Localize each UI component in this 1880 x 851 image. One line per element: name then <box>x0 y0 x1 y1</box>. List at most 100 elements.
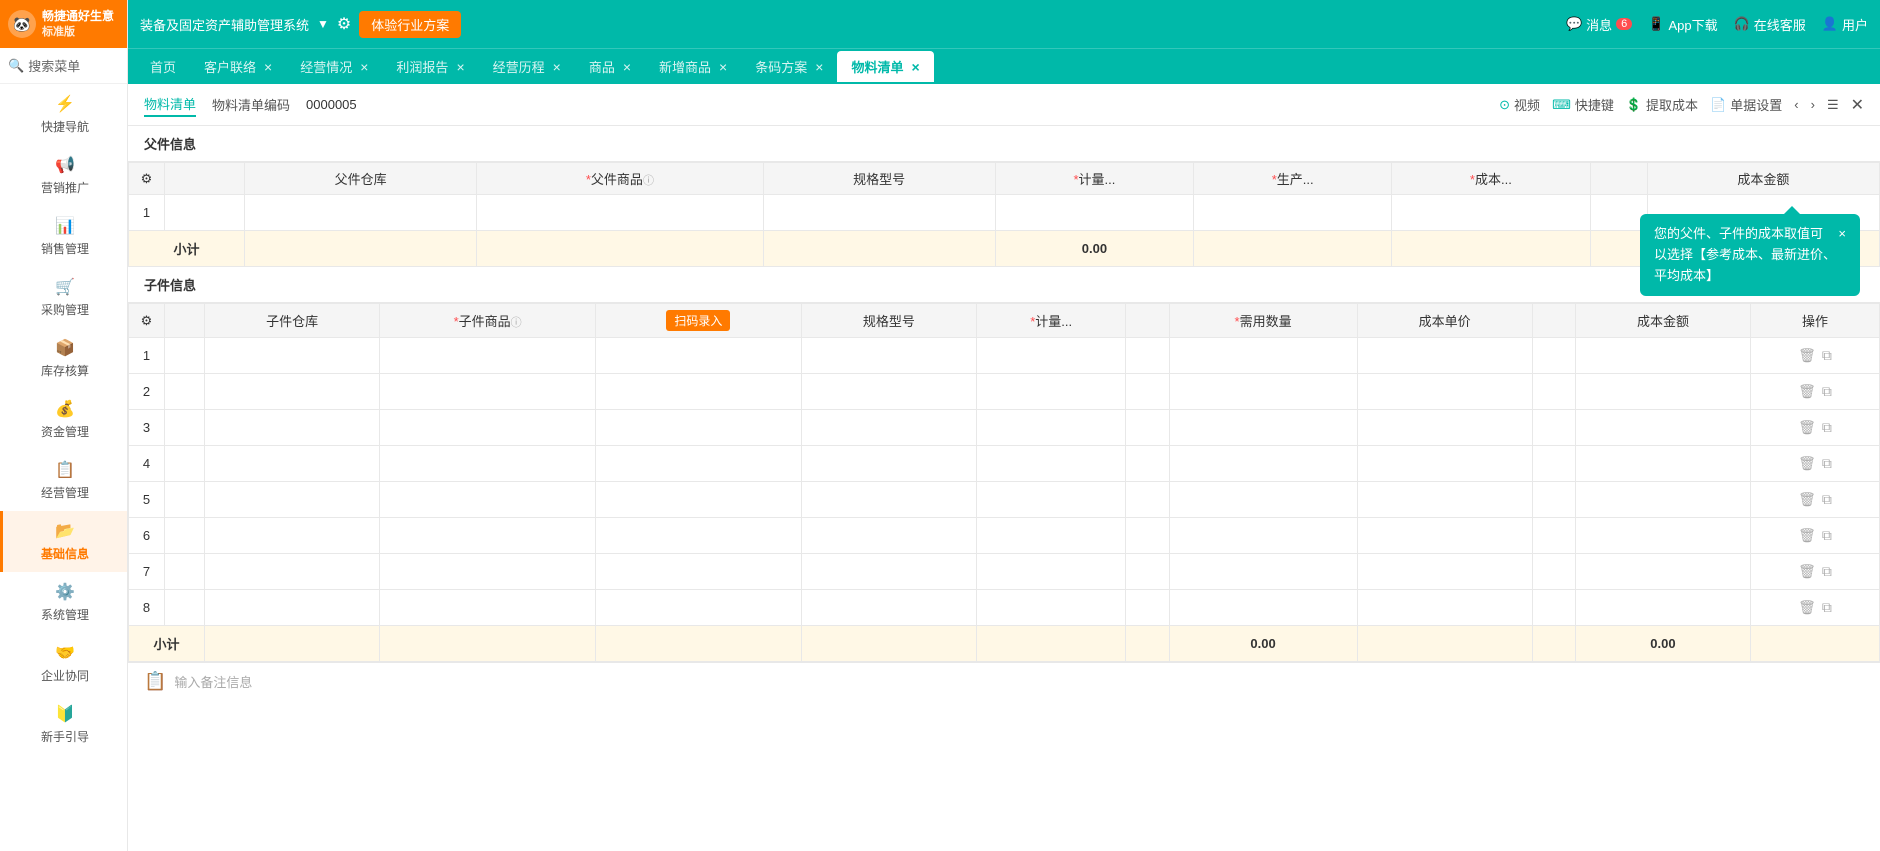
parent-row-warehouse[interactable] <box>245 195 477 231</box>
child-cell-goods[interactable] <box>380 554 596 590</box>
parent-col-settings[interactable]: ⚙ <box>129 163 165 195</box>
sidebar-item-marketing[interactable]: 📢 营销推广 <box>0 145 127 206</box>
child-cell-spec[interactable] <box>801 374 976 410</box>
sub-tab-bom-list[interactable]: 物料清单 <box>144 92 196 117</box>
child-cell-warehouse[interactable] <box>205 518 380 554</box>
delete-icon[interactable]: 🗑 <box>1798 491 1816 508</box>
delete-icon[interactable]: 🗑 <box>1798 599 1816 616</box>
child-cell-unit[interactable] <box>976 446 1126 482</box>
child-cell-unit[interactable] <box>976 518 1126 554</box>
child-cell-goods[interactable] <box>380 410 596 446</box>
parent-row-spec[interactable] <box>763 195 995 231</box>
child-cell-spec[interactable] <box>801 446 976 482</box>
delete-icon[interactable]: 🗑 <box>1798 347 1816 364</box>
copy-icon[interactable]: ⧉ <box>1822 419 1832 436</box>
settings-icon[interactable]: ⚙ <box>337 14 351 34</box>
child-cell-unit-cost[interactable] <box>1357 446 1532 482</box>
child-cell-spec[interactable] <box>801 518 976 554</box>
delete-icon[interactable]: 🗑 <box>1798 563 1816 580</box>
child-cell-unit-cost[interactable] <box>1357 338 1532 374</box>
child-cell-warehouse[interactable] <box>205 446 380 482</box>
child-col-settings[interactable]: ⚙ <box>129 304 165 338</box>
copy-icon[interactable]: ⧉ <box>1822 563 1832 580</box>
child-cell-qty[interactable] <box>1169 446 1357 482</box>
child-cell-unit[interactable] <box>976 338 1126 374</box>
child-cell-spec[interactable] <box>801 410 976 446</box>
tab-close-barcode[interactable]: × <box>815 59 823 75</box>
message-button[interactable]: 💬 消息 6 <box>1566 15 1632 34</box>
parent-row-unit[interactable] <box>995 195 1193 231</box>
child-cell-unit-cost[interactable] <box>1357 374 1532 410</box>
tab-bom[interactable]: 物料清单× <box>837 51 933 82</box>
copy-icon[interactable]: ⧉ <box>1822 455 1832 472</box>
sidebar-item-guide[interactable]: 🔰 新手引导 <box>0 694 127 755</box>
child-cell-unit[interactable] <box>976 374 1126 410</box>
nav-next[interactable]: › <box>1811 97 1815 112</box>
copy-icon[interactable]: ⧉ <box>1822 491 1832 508</box>
tab-close-goods[interactable]: × <box>623 59 631 75</box>
child-cell-warehouse[interactable] <box>205 482 380 518</box>
tab-goods[interactable]: 商品× <box>575 51 645 82</box>
child-cell-goods[interactable] <box>380 482 596 518</box>
child-cell-warehouse[interactable] <box>205 374 380 410</box>
child-cell-spec[interactable] <box>801 338 976 374</box>
system-dropdown[interactable]: ▼ <box>317 17 329 31</box>
user-button[interactable]: 👤 用户 <box>1822 15 1868 34</box>
tooltip-close-button[interactable]: × <box>1838 224 1846 245</box>
parent-row-goods[interactable] <box>477 195 763 231</box>
tab-new-goods[interactable]: 新增商品× <box>645 51 741 82</box>
tab-profit[interactable]: 利润报告× <box>382 51 478 82</box>
shortcut-action[interactable]: ⌨ 快捷键 <box>1552 95 1614 114</box>
tab-customer[interactable]: 客户联络× <box>190 51 286 82</box>
child-cell-qty[interactable] <box>1169 518 1357 554</box>
child-cell-qty[interactable] <box>1169 374 1357 410</box>
tab-close-customer[interactable]: × <box>264 59 272 75</box>
trial-button[interactable]: 体验行业方案 <box>359 11 461 38</box>
child-cell-goods[interactable] <box>380 590 596 626</box>
child-cell-unit-cost[interactable] <box>1357 554 1532 590</box>
child-cell-qty[interactable] <box>1169 482 1357 518</box>
child-cell-warehouse[interactable] <box>205 410 380 446</box>
tab-close-operation-status[interactable]: × <box>360 59 368 75</box>
copy-icon[interactable]: ⧉ <box>1822 383 1832 400</box>
nav-prev[interactable]: ‹ <box>1794 97 1798 112</box>
child-cell-warehouse[interactable] <box>205 338 380 374</box>
copy-icon[interactable]: ⧉ <box>1822 527 1832 544</box>
tab-home[interactable]: 首页 <box>136 51 190 82</box>
view-action[interactable]: ⊙ 视频 <box>1499 95 1540 114</box>
sidebar-item-basic-info[interactable]: 📂 基础信息 <box>0 511 127 572</box>
sidebar-item-quick-nav[interactable]: ⚡ 快捷导航 <box>0 84 127 145</box>
child-cell-warehouse[interactable] <box>205 554 380 590</box>
tab-close-biz-history[interactable]: × <box>553 59 561 75</box>
child-cell-qty[interactable] <box>1169 590 1357 626</box>
child-cell-unit-cost[interactable] <box>1357 410 1532 446</box>
child-cell-qty[interactable] <box>1169 554 1357 590</box>
sidebar-item-sales[interactable]: 📊 销售管理 <box>0 206 127 267</box>
child-cell-unit[interactable] <box>976 410 1126 446</box>
parent-row-cost[interactable] <box>1392 195 1590 231</box>
sidebar-item-inventory[interactable]: 📦 库存核算 <box>0 328 127 389</box>
close-icon[interactable]: ✕ <box>1851 95 1864 115</box>
child-cell-unit[interactable] <box>976 590 1126 626</box>
delete-icon[interactable]: 🗑 <box>1798 455 1816 472</box>
sidebar-item-finance[interactable]: 💰 资金管理 <box>0 389 127 450</box>
child-cell-warehouse[interactable] <box>205 590 380 626</box>
sidebar-item-system[interactable]: ⚙️ 系统管理 <box>0 572 127 633</box>
child-cell-unit-cost[interactable] <box>1357 482 1532 518</box>
parent-row-production[interactable] <box>1194 195 1392 231</box>
doc-settings-action[interactable]: 📄 单据设置 <box>1710 95 1782 114</box>
tab-close-bom[interactable]: × <box>911 59 919 75</box>
tab-biz-history[interactable]: 经营历程× <box>479 51 575 82</box>
tab-barcode[interactable]: 条码方案× <box>741 51 837 82</box>
copy-icon[interactable]: ⧉ <box>1822 347 1832 364</box>
child-cell-goods[interactable] <box>380 374 596 410</box>
sidebar-item-purchase[interactable]: 🛒 采购管理 <box>0 267 127 328</box>
child-cell-goods[interactable] <box>380 518 596 554</box>
child-cell-goods[interactable] <box>380 338 596 374</box>
child-cell-unit-cost[interactable] <box>1357 518 1532 554</box>
note-label[interactable]: 输入备注信息 <box>174 672 252 691</box>
child-cell-unit[interactable] <box>976 554 1126 590</box>
sidebar-item-operation[interactable]: 📋 经营管理 <box>0 450 127 511</box>
child-cell-spec[interactable] <box>801 482 976 518</box>
child-cell-unit[interactable] <box>976 482 1126 518</box>
